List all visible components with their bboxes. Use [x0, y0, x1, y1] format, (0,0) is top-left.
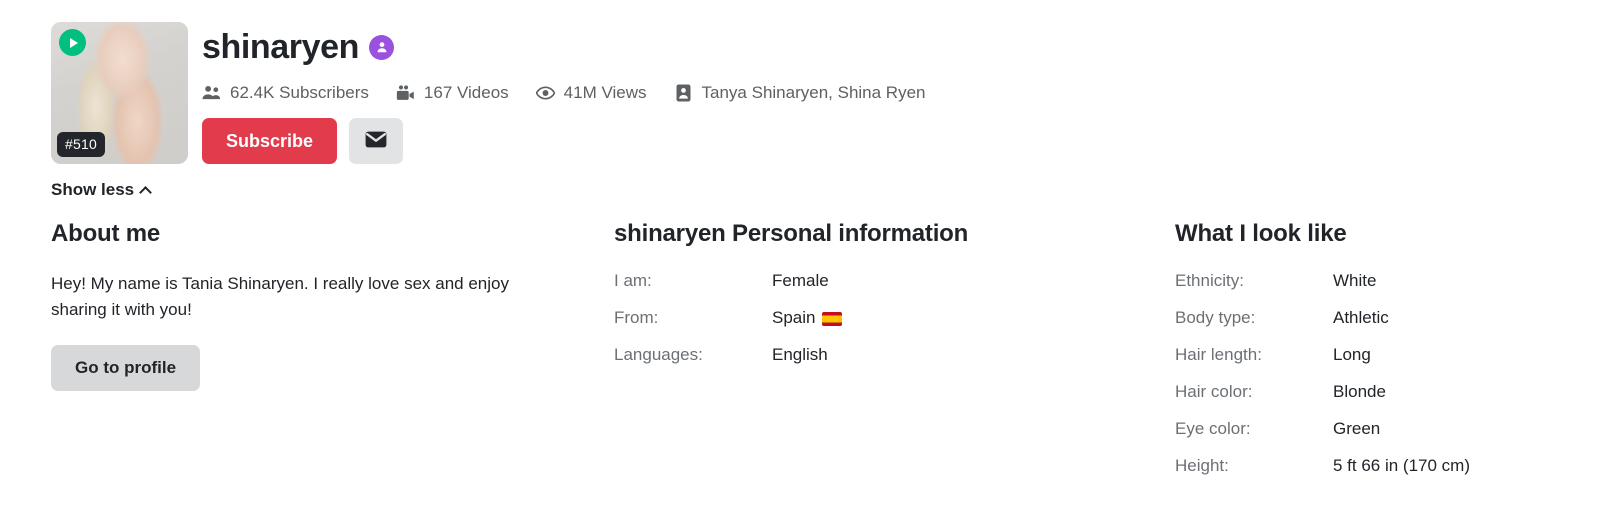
appearance-section: What I look like Ethnicity: White Body t…	[1175, 220, 1575, 493]
profile-actions: Subscribe	[202, 118, 926, 164]
table-row: Body type: Athletic	[1175, 308, 1575, 345]
table-row: Ethnicity: White	[1175, 271, 1575, 308]
appearance-title: What I look like	[1175, 220, 1347, 247]
envelope-icon	[365, 131, 387, 151]
about-me-bio: Hey! My name is Tania Shinaryen. I reall…	[51, 273, 509, 320]
stat-videos: 167 Videos	[396, 83, 509, 102]
info-value-text: Spain	[772, 307, 816, 327]
spain-flag-icon	[822, 311, 843, 326]
table-row: Languages: English	[614, 345, 1134, 382]
play-triangle	[69, 37, 78, 48]
show-less-toggle[interactable]: Show less	[51, 180, 153, 200]
rank-badge: #510	[57, 132, 105, 157]
info-value: English	[772, 345, 828, 365]
about-me-title: About me	[51, 220, 161, 247]
show-less-label: Show less	[51, 180, 135, 199]
info-value-text: English	[772, 344, 828, 364]
info-value: Spain	[772, 307, 843, 328]
info-label: Ethnicity:	[1175, 270, 1244, 290]
stat-views: 41M Views	[535, 83, 647, 102]
info-value: Athletic	[1333, 307, 1389, 327]
info-label: Body type:	[1175, 307, 1256, 327]
profile-header: #510 shinaryen 62.4K Subscribers 167 Vid…	[51, 22, 926, 164]
table-row: Hair length: Long	[1175, 345, 1575, 382]
info-value: White	[1333, 270, 1377, 290]
go-to-profile-button[interactable]: Go to profile	[51, 345, 201, 392]
eye-icon	[535, 83, 555, 102]
profile-header-details: shinaryen 62.4K Subscribers 167 Videos 4…	[202, 22, 926, 164]
info-label: Eye color:	[1175, 418, 1251, 438]
play-icon[interactable]	[59, 29, 86, 56]
info-value: 5 ft 66 in (170 cm)	[1333, 455, 1471, 475]
table-row: Hair color: Blonde	[1175, 382, 1575, 419]
stat-videos-text: 167 Videos	[423, 83, 509, 102]
info-value-text: Female	[772, 270, 829, 290]
id-card-icon	[674, 83, 693, 102]
stat-subscribers-text: 62.4K Subscribers	[230, 83, 369, 102]
people-icon	[202, 83, 221, 102]
profile-stats: 62.4K Subscribers 167 Videos 41M Views T…	[202, 83, 926, 102]
page-title: shinaryen	[202, 28, 360, 66]
personal-information-section: shinaryen Personal information I am: Fem…	[614, 220, 1134, 382]
video-camera-icon	[396, 83, 415, 102]
user-verified-icon	[369, 34, 395, 60]
appearance-table: Ethnicity: White Body type: Athletic Hai…	[1175, 271, 1575, 493]
about-me-section: About me Hey! My name is Tania Shinaryen…	[51, 220, 571, 392]
stat-views-text: 41M Views	[563, 83, 647, 102]
personal-information-table: I am: Female From: Spain Languages: Engl…	[614, 271, 1134, 382]
chevron-up-icon	[139, 185, 153, 199]
subscribe-button[interactable]: Subscribe	[202, 118, 338, 164]
table-row: I am: Female	[614, 271, 1134, 308]
stat-subscribers: 62.4K Subscribers	[202, 83, 369, 102]
table-row: Eye color: Green	[1175, 419, 1575, 456]
profile-page: #510 shinaryen 62.4K Subscribers 167 Vid…	[0, 0, 1600, 508]
info-label: Languages:	[614, 344, 703, 364]
info-label: Height:	[1175, 455, 1229, 475]
info-value: Green	[1333, 418, 1381, 438]
stat-aliases-text: Tanya Shinaryen, Shina Ryen	[701, 83, 926, 102]
stat-aliases: Tanya Shinaryen, Shina Ryen	[674, 83, 926, 102]
info-label: Hair color:	[1175, 381, 1253, 401]
personal-information-title: shinaryen Personal information	[614, 220, 969, 247]
table-row: Height: 5 ft 66 in (170 cm)	[1175, 456, 1575, 493]
info-value: Long	[1333, 344, 1371, 364]
message-button[interactable]	[349, 118, 404, 164]
info-label: From:	[614, 307, 659, 327]
avatar[interactable]: #510	[51, 22, 188, 164]
username-row: shinaryen	[202, 24, 926, 70]
profile-detail-columns: About me Hey! My name is Tania Shinaryen…	[0, 220, 1600, 508]
info-value: Blonde	[1333, 381, 1386, 401]
info-label: I am:	[614, 270, 652, 290]
table-row: From: Spain	[614, 308, 1134, 345]
info-value: Female	[772, 271, 829, 291]
info-label: Hair length:	[1175, 344, 1262, 364]
